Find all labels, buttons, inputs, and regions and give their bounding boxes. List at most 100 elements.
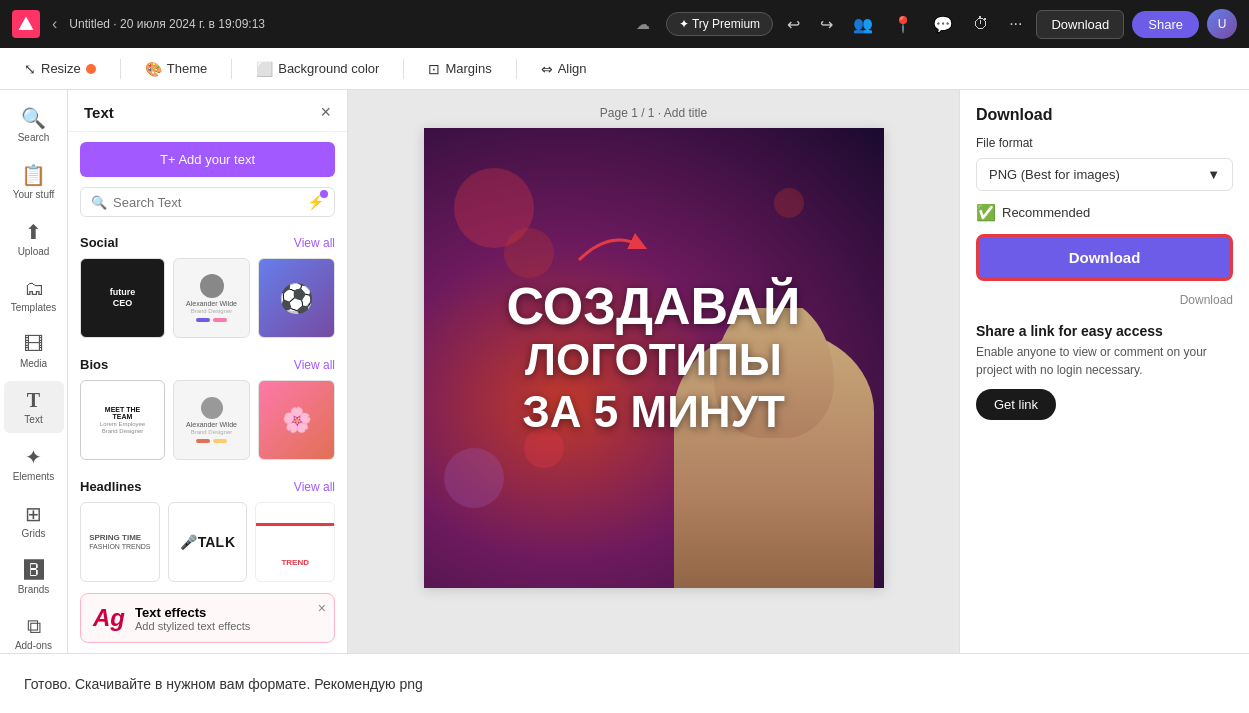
grids-icon: ⊞ bbox=[25, 502, 42, 526]
sidebar-item-upload[interactable]: ⬆ Upload bbox=[4, 212, 64, 265]
undo-button[interactable]: ↩ bbox=[781, 11, 806, 38]
align-button[interactable]: ⇔ Align bbox=[533, 57, 595, 81]
headlines-thumb-2[interactable]: 🎤TALK bbox=[168, 502, 248, 582]
share-section-title: Share a link for easy access bbox=[976, 323, 1233, 339]
canvas-sub-text2: ЗА 5 МИНУТ bbox=[522, 388, 785, 436]
search-text-icon: 🔍 bbox=[91, 195, 107, 210]
file-format-select[interactable]: PNG (Best for images) ▼ bbox=[976, 158, 1233, 191]
main-layout: 🔍 Search 📋 Your stuff ⬆ Upload 🗂 Templat… bbox=[0, 90, 1249, 653]
bios-view-all[interactable]: View all bbox=[294, 358, 335, 372]
canvas-sub-text1: ЛОГОТИПЫ bbox=[525, 336, 782, 384]
headlines-thumb-3[interactable]: TREND bbox=[255, 502, 335, 582]
bios-thumb-1[interactable]: MEET THETEAM Lorem EmployeeBrand Designe… bbox=[80, 380, 165, 460]
theme-button[interactable]: 🎨 Theme bbox=[137, 57, 215, 81]
resize-button[interactable]: ⤡ Resize bbox=[16, 57, 104, 81]
social-section-header: Social View all bbox=[80, 235, 335, 250]
app-logo[interactable] bbox=[12, 10, 40, 38]
canvas-wrapper[interactable]: СОЗДАВАЙ ЛОГОТИПЫ ЗА 5 МИНУТ bbox=[424, 128, 884, 588]
share-top-button[interactable]: Share bbox=[1132, 11, 1199, 38]
sidebar-item-grids[interactable]: ⊞ Grids bbox=[4, 494, 64, 547]
headlines-thumb-1[interactable]: SPRING TIME FASHION TRENDS bbox=[80, 502, 160, 582]
bios-section-title: Bios bbox=[80, 357, 108, 372]
bottom-caption: Готово. Скачивайте в нужном вам формате.… bbox=[0, 653, 1249, 713]
more-button[interactable]: ··· bbox=[1003, 11, 1028, 37]
effects-close-button[interactable]: × bbox=[318, 600, 326, 616]
social-thumb-1[interactable]: futureCEO bbox=[80, 258, 165, 338]
search-text-input[interactable] bbox=[113, 195, 301, 210]
bg-color-icon: ⬜ bbox=[256, 61, 273, 77]
sidebar-item-media[interactable]: 🎞 Media bbox=[4, 325, 64, 377]
social-view-all[interactable]: View all bbox=[294, 236, 335, 250]
recommended-row: ✅ Recommended bbox=[976, 203, 1233, 222]
headlines-section-title: Headlines bbox=[80, 479, 141, 494]
try-premium-button[interactable]: ✦ Try Premium bbox=[666, 12, 773, 36]
resize-badge bbox=[86, 64, 96, 74]
location-button[interactable]: 📍 bbox=[887, 11, 919, 38]
topbar: ‹ Untitled · 20 июля 2024 г. в 19:09:13 … bbox=[0, 0, 1249, 48]
toolbar-divider4 bbox=[516, 59, 517, 79]
upload-icon: ⬆ bbox=[25, 220, 42, 244]
toolbar-divider3 bbox=[403, 59, 404, 79]
add-text-button[interactable]: T+ Add your text bbox=[80, 142, 335, 177]
canvas-main-text: СОЗДАВАЙ bbox=[507, 280, 801, 332]
page-label: Page 1 / 1 · Add title bbox=[600, 106, 707, 120]
text-panel-close-button[interactable]: × bbox=[320, 102, 331, 123]
canvas-content: СОЗДАВАЙ ЛОГОТИПЫ ЗА 5 МИНУТ bbox=[424, 128, 884, 588]
secondary-toolbar: ⤡ Resize 🎨 Theme ⬜ Background color ⊡ Ma… bbox=[0, 48, 1249, 90]
social-thumbnails: futureCEO Alexander WildeBrand Designer … bbox=[80, 258, 335, 338]
sidebar-item-templates[interactable]: 🗂 Templates bbox=[4, 269, 64, 321]
back-button[interactable]: ‹ bbox=[48, 11, 61, 37]
headlines-view-all[interactable]: View all bbox=[294, 480, 335, 494]
avatar[interactable]: U bbox=[1207, 9, 1237, 39]
sidebar-icons: 🔍 Search 📋 Your stuff ⬆ Upload 🗂 Templat… bbox=[0, 90, 68, 653]
social-thumb-2[interactable]: Alexander WildeBrand Designer bbox=[173, 258, 250, 338]
recommended-label: Recommended bbox=[1002, 205, 1090, 220]
media-icon: 🎞 bbox=[24, 333, 44, 356]
timer-button[interactable]: ⏱ bbox=[967, 11, 995, 37]
bios-section: Bios View all MEET THETEAM Lorem Employe… bbox=[68, 349, 347, 471]
get-link-button[interactable]: Get link bbox=[976, 389, 1056, 420]
effects-ag-letter: Ag bbox=[93, 604, 125, 632]
resize-icon: ⤡ bbox=[24, 61, 36, 77]
headlines-section: Headlines View all SPRING TIME FASHION T… bbox=[68, 471, 347, 593]
social-thumb-3[interactable]: ⚽ bbox=[258, 258, 335, 338]
sidebar-item-elements[interactable]: ✦ Elements bbox=[4, 437, 64, 490]
file-format-value: PNG (Best for images) bbox=[989, 167, 1120, 182]
toolbar-divider bbox=[120, 59, 121, 79]
filter-icon[interactable]: ⚡ bbox=[307, 194, 324, 210]
sidebar-item-add-ons[interactable]: ⧉ Add-ons bbox=[4, 607, 64, 659]
bios-thumbnails: MEET THETEAM Lorem EmployeeBrand Designe… bbox=[80, 380, 335, 460]
download-top-button[interactable]: Download bbox=[1036, 10, 1124, 39]
elements-icon: ✦ bbox=[25, 445, 42, 469]
topbar-actions: ↩ ↪ 👥 📍 💬 ⏱ ··· Download Share U bbox=[781, 9, 1237, 39]
bottom-caption-text: Готово. Скачивайте в нужном вам формате.… bbox=[24, 676, 423, 692]
sidebar-item-search[interactable]: 🔍 Search bbox=[4, 98, 64, 151]
redo-button[interactable]: ↪ bbox=[814, 11, 839, 38]
sidebar-item-your-stuff[interactable]: 📋 Your stuff bbox=[4, 155, 64, 208]
download-panel: Download File format PNG (Best for image… bbox=[959, 90, 1249, 653]
brands-icon: 🅱 bbox=[24, 559, 44, 582]
download-main-button[interactable]: Download bbox=[976, 234, 1233, 281]
bios-thumb-3[interactable]: 🌸 bbox=[258, 380, 335, 460]
comment-button[interactable]: 💬 bbox=[927, 11, 959, 38]
align-icon: ⇔ bbox=[541, 61, 553, 77]
cloud-sync-icon: ☁ bbox=[636, 16, 650, 32]
bokeh-2 bbox=[504, 228, 554, 278]
share-section: Share a link for easy access Enable anyo… bbox=[976, 323, 1233, 420]
effects-text: Text effects Add stylized text effects bbox=[135, 605, 250, 632]
bios-thumb-2[interactable]: Alexander WildeBrand Designer bbox=[173, 380, 250, 460]
search-icon: 🔍 bbox=[21, 106, 46, 130]
bg-color-button[interactable]: ⬜ Background color bbox=[248, 57, 387, 81]
text-panel-title: Text bbox=[84, 104, 114, 121]
sidebar-item-brands[interactable]: 🅱 Brands bbox=[4, 551, 64, 603]
collab-button[interactable]: 👥 bbox=[847, 11, 879, 38]
text-effects-banner: × Ag Text effects Add stylized text effe… bbox=[80, 593, 335, 643]
margins-button[interactable]: ⊡ Margins bbox=[420, 57, 499, 81]
sidebar-item-text[interactable]: T Text bbox=[4, 381, 64, 433]
svg-marker-0 bbox=[19, 17, 34, 31]
canvas-area[interactable]: Page 1 / 1 · Add title СОЗДАВАЙ ЛОГОТИПЫ… bbox=[348, 90, 959, 653]
effects-title: Text effects bbox=[135, 605, 250, 620]
file-format-label: File format bbox=[976, 136, 1233, 150]
search-text-box: 🔍 ⚡ bbox=[80, 187, 335, 217]
effects-subtitle: Add stylized text effects bbox=[135, 620, 250, 632]
